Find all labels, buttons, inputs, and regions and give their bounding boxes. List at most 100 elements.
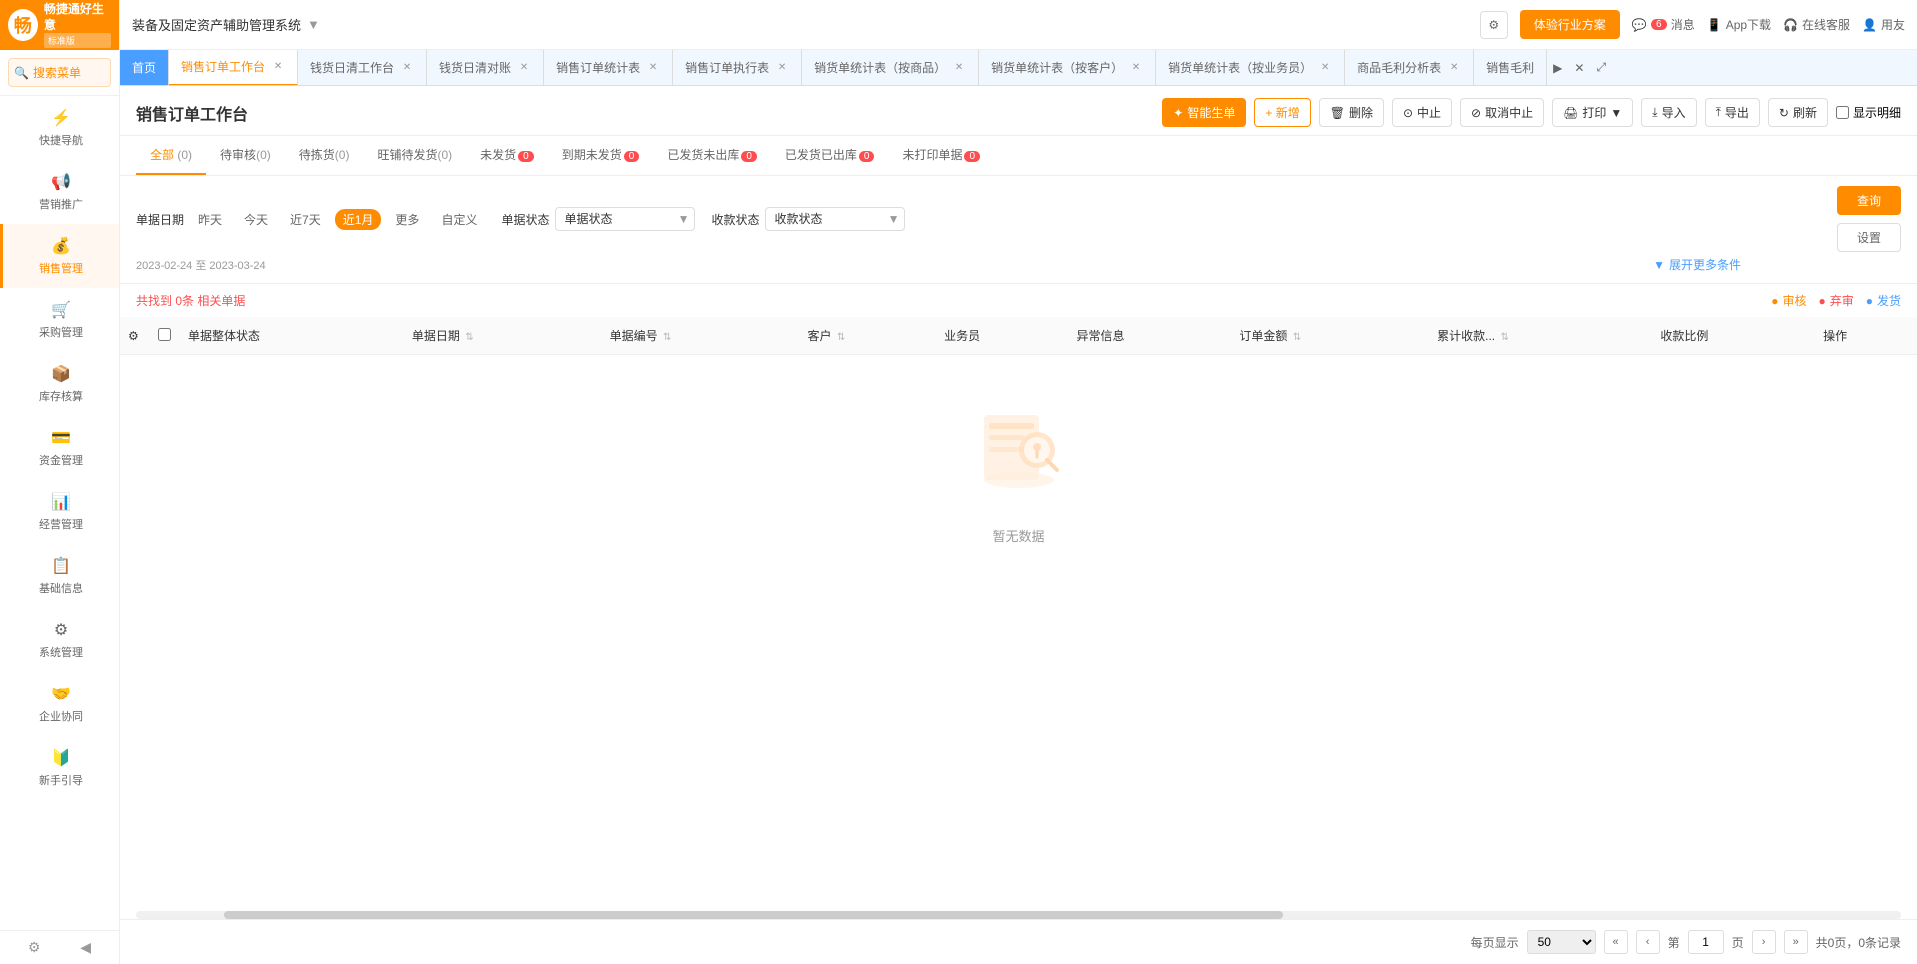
date-btn-7days[interactable]: 近7天 — [282, 209, 329, 230]
horizontal-scrollbar[interactable] — [136, 911, 1901, 919]
th-settings[interactable]: ⚙ — [120, 317, 150, 355]
sidebar-settings-button[interactable]: ⚙ — [28, 939, 41, 956]
tab-close-all[interactable]: ✕ — [1568, 50, 1590, 86]
tab-sales-workbench[interactable]: 销售订单工作台 ✕ — [169, 50, 298, 86]
tab-cash-daily[interactable]: 钱货日清工作台 ✕ — [298, 50, 427, 86]
ai-generate-button[interactable]: ✦ 智能生单 — [1162, 98, 1246, 127]
print-button[interactable]: 🖨 打印 ▼ — [1552, 98, 1633, 127]
tab-close-icon[interactable]: ✕ — [1447, 61, 1461, 75]
user-icon: 👤 — [1862, 18, 1877, 32]
subtab-pending-inspect[interactable]: 待拣货(0) — [285, 136, 364, 175]
select-all-checkbox[interactable] — [158, 328, 171, 341]
app-download-button[interactable]: 📱 App下载 — [1707, 16, 1771, 33]
export-icon: ⤒ — [1716, 105, 1721, 120]
th-amount[interactable]: 订单金额 ⇅ — [1231, 317, 1429, 355]
tab-close-icon[interactable]: ✕ — [1129, 61, 1143, 75]
ship-action-button[interactable]: ● 发货 — [1866, 292, 1901, 309]
import-button[interactable]: ⤓ 导入 — [1641, 98, 1696, 127]
user-menu-button[interactable]: 👤 用友 — [1862, 16, 1905, 33]
subtab-wangpu[interactable]: 旺铺待发货(0) — [363, 136, 466, 175]
subtab-shipped-out[interactable]: 已发货已出库0 — [771, 136, 889, 175]
tab-close-icon[interactable]: ✕ — [1318, 61, 1332, 75]
next-page-button[interactable]: › — [1752, 930, 1776, 954]
tab-sales-exec[interactable]: 销售订单执行表 ✕ — [673, 50, 802, 86]
page-size-select[interactable]: 50 20 100 — [1527, 930, 1596, 954]
tab-close-icon[interactable]: ✕ — [952, 61, 966, 75]
query-button[interactable]: 查询 — [1837, 186, 1901, 215]
date-btn-today[interactable]: 今天 — [236, 209, 276, 230]
payment-select[interactable]: 收款状态 — [765, 207, 905, 231]
th-overall-status: 单据整体状态 — [180, 317, 404, 355]
search-menu-button[interactable]: 🔍 搜索菜单 — [8, 58, 111, 87]
last-page-button[interactable]: » — [1784, 930, 1808, 954]
chart-icon: 📊 — [51, 492, 71, 512]
cancel-stop-button[interactable]: ⊘ 取消中止 — [1460, 98, 1544, 127]
th-number[interactable]: 单据编号 ⇅ — [602, 317, 800, 355]
sidebar-item-quick-nav[interactable]: ⚡ 快捷导航 — [0, 96, 119, 160]
system-name-dropdown-icon[interactable]: ▼ — [307, 17, 320, 32]
delete-button[interactable]: 🗑 删除 — [1319, 98, 1384, 127]
sidebar-item-finance[interactable]: 💳 资金管理 — [0, 416, 119, 480]
message-button[interactable]: 💬 6 消息 — [1632, 16, 1695, 33]
star-icon: ✦ — [1173, 106, 1183, 120]
scrollbar-thumb[interactable] — [224, 911, 1283, 919]
sidebar-item-enterprise[interactable]: 🤝 企业协同 — [0, 672, 119, 736]
prev-page-button[interactable]: ‹ — [1636, 930, 1660, 954]
sidebar-item-basic-info[interactable]: 📋 基础信息 — [0, 544, 119, 608]
subtab-expired[interactable]: 到期未发货0 — [548, 136, 654, 175]
show-detail-checkbox[interactable] — [1836, 106, 1849, 119]
subtab-all[interactable]: 全部 (0) — [136, 136, 206, 175]
online-service-button[interactable]: 🎧 在线客服 — [1783, 16, 1850, 33]
th-date[interactable]: 单据日期 ⇅ — [404, 317, 602, 355]
tab-close-icon[interactable]: ✕ — [271, 60, 285, 74]
tab-sales-profit[interactable]: 销售毛利 — [1474, 50, 1547, 86]
first-page-button[interactable]: « — [1604, 930, 1628, 954]
tab-product-margin[interactable]: 商品毛利分析表 ✕ — [1345, 50, 1474, 86]
tab-expand[interactable]: ⤢ — [1590, 50, 1612, 86]
box-icon: 📦 — [51, 364, 71, 384]
status-select[interactable]: 单据状态 — [555, 207, 695, 231]
sidebar-item-marketing[interactable]: 📢 营销推广 — [0, 160, 119, 224]
show-detail-checkbox-label[interactable]: 显示明细 — [1836, 104, 1901, 121]
new-button[interactable]: + 新增 — [1254, 98, 1310, 127]
sidebar-collapse-button[interactable]: ◀ — [80, 939, 91, 956]
export-button[interactable]: ⤒ 导出 — [1705, 98, 1760, 127]
date-btn-custom[interactable]: 自定义 — [433, 209, 485, 230]
sidebar-item-purchase[interactable]: 🛒 采购管理 — [0, 288, 119, 352]
page-number-input[interactable] — [1688, 930, 1724, 954]
set-button[interactable]: 设置 — [1837, 223, 1901, 252]
tab-sales-stat[interactable]: 销售订单统计表 ✕ — [544, 50, 673, 86]
subtab-unshipped[interactable]: 未发货0 — [466, 136, 548, 175]
stop-button[interactable]: ⊙ 中止 — [1392, 98, 1452, 127]
date-btn-yesterday[interactable]: 昨天 — [190, 209, 230, 230]
tab-scroll-right[interactable]: ▶ — [1547, 50, 1568, 86]
expand-conditions-button[interactable]: ▼ 展开更多条件 — [1653, 256, 1741, 273]
subtab-unprinted[interactable]: 未打印单据0 — [888, 136, 994, 175]
th-customer[interactable]: 客户 ⇅ — [799, 317, 936, 355]
tab-close-icon[interactable]: ✕ — [517, 61, 531, 75]
cancel-review-action-button[interactable]: ● 弃审 — [1818, 292, 1853, 309]
date-btn-1month[interactable]: 近1月 — [335, 209, 382, 230]
tab-sales-product[interactable]: 销货单统计表（按商品） ✕ — [802, 50, 979, 86]
th-checkbox[interactable] — [150, 317, 180, 355]
tab-sales-staff[interactable]: 销货单统计表（按业务员） ✕ — [1156, 50, 1345, 86]
sidebar-item-operations[interactable]: 📊 经营管理 — [0, 480, 119, 544]
date-btn-more[interactable]: 更多 — [387, 209, 427, 230]
sidebar-item-sales[interactable]: 💰 销售管理 — [0, 224, 119, 288]
review-action-button[interactable]: ● 审核 — [1771, 292, 1806, 309]
tab-close-icon[interactable]: ✕ — [646, 61, 660, 75]
tab-cash-reconcile[interactable]: 钱货日清对账 ✕ — [427, 50, 544, 86]
tab-close-icon[interactable]: ✕ — [400, 61, 414, 75]
trial-button[interactable]: 体验行业方案 — [1520, 10, 1620, 39]
tab-sales-customer[interactable]: 销货单统计表（按客户） ✕ — [979, 50, 1156, 86]
subtab-pending-review[interactable]: 待审核(0) — [206, 136, 285, 175]
sidebar-item-inventory[interactable]: 📦 库存核算 — [0, 352, 119, 416]
header-settings-icon[interactable]: ⚙ — [1480, 11, 1508, 39]
sidebar-item-system[interactable]: ⚙ 系统管理 — [0, 608, 119, 672]
tab-home[interactable]: 首页 — [120, 50, 169, 86]
tab-close-icon[interactable]: ✕ — [775, 61, 789, 75]
sidebar-item-guide[interactable]: 🔰 新手引导 — [0, 736, 119, 800]
th-collected[interactable]: 累计收款... ⇅ — [1429, 317, 1652, 355]
refresh-button[interactable]: ↻ 刷新 — [1768, 98, 1828, 127]
subtab-shipped-not-out[interactable]: 已发货未出库0 — [653, 136, 771, 175]
